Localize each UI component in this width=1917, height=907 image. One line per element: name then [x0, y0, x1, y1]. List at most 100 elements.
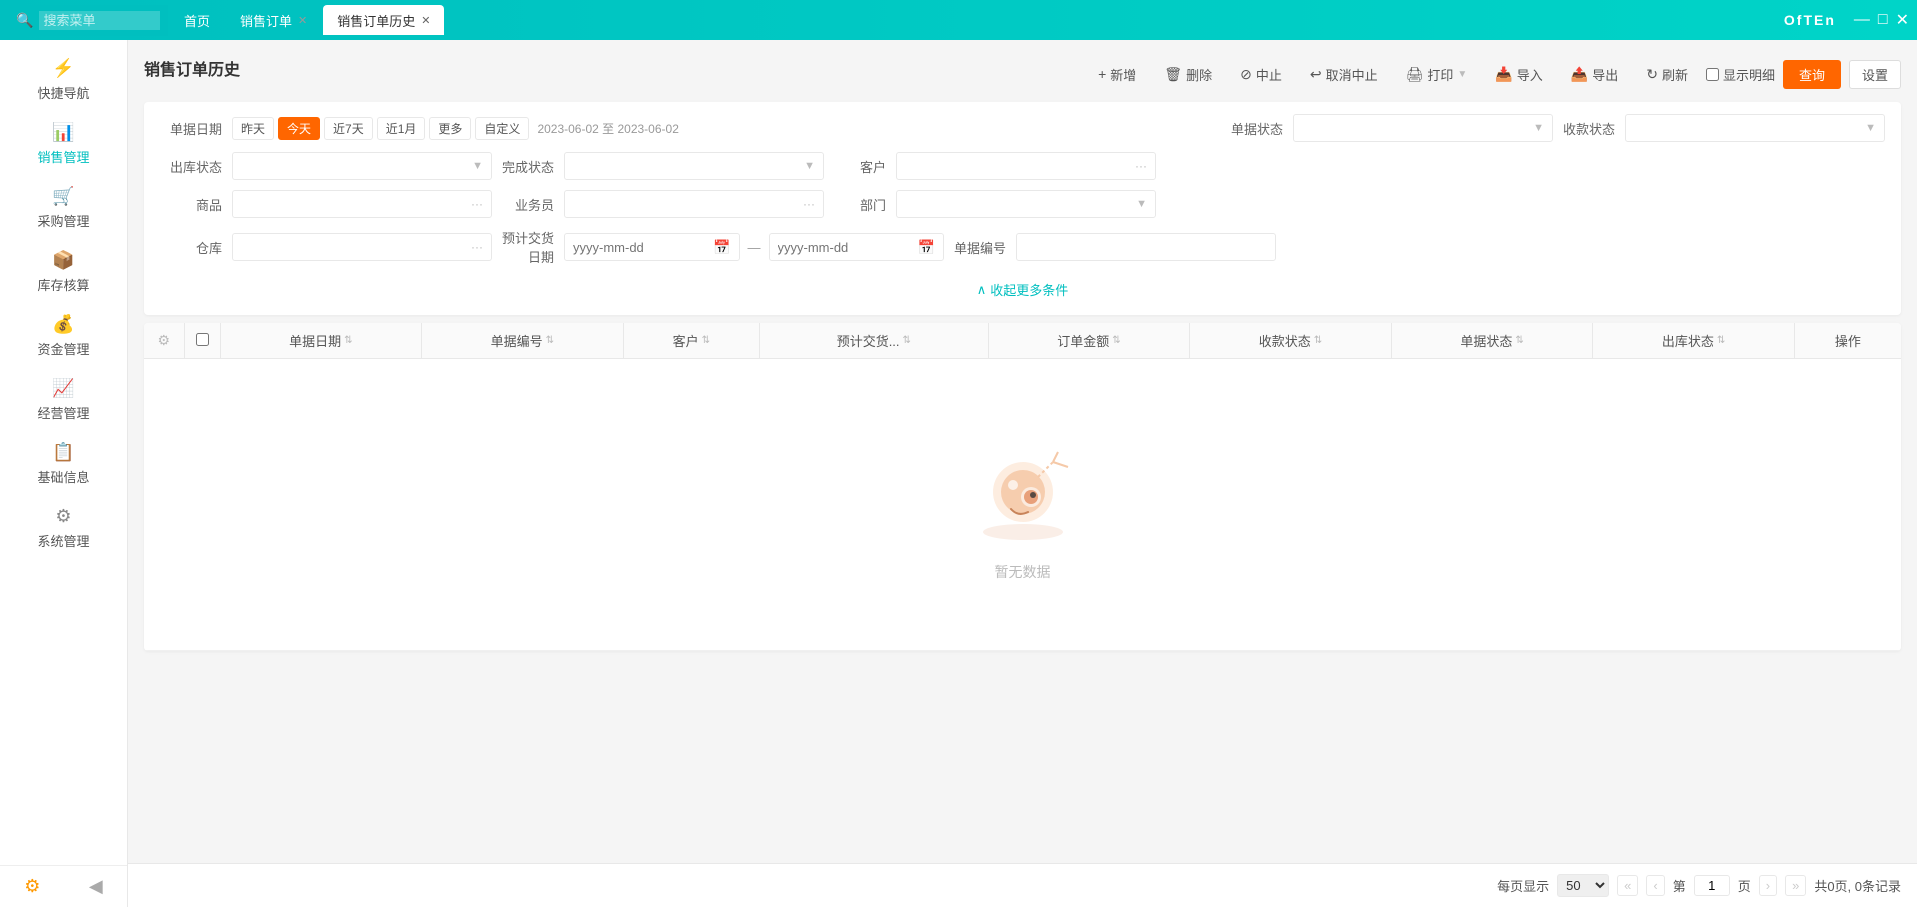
print-label: 打印	[1427, 65, 1453, 84]
tab-sales-order-close[interactable]: ✕	[298, 14, 307, 27]
settings-button[interactable]: 设置	[1849, 60, 1901, 89]
delivery-date-from-input[interactable]	[573, 240, 709, 255]
th-customer[interactable]: 客户 ⇅	[623, 323, 759, 359]
warehouse-status-filter[interactable]: ▼	[232, 152, 492, 180]
table-settings-icon[interactable]: ⚙	[157, 332, 170, 348]
goods-filter[interactable]: ···	[232, 190, 492, 218]
th-receipt-status[interactable]: 收款状态 ⇅	[1190, 323, 1392, 359]
date-btn-today[interactable]: 今天	[278, 117, 320, 140]
delete-button[interactable]: 🗑 删除	[1154, 61, 1222, 88]
th-warehouse-status[interactable]: 出库状态 ⇅	[1593, 323, 1795, 359]
sidebar-item-sales[interactable]: 📊 销售管理	[0, 112, 127, 176]
delivery-date-to-input[interactable]	[778, 240, 914, 255]
sidebar-item-sys-mgmt[interactable]: ⚙ 系统管理	[0, 496, 127, 560]
cancel-stop-button[interactable]: ↩ 取消中止	[1300, 61, 1388, 88]
dept-filter[interactable]: ▼	[896, 190, 1156, 218]
filter-panel: 单据日期 昨天 今天 近7天 近1月 更多 自定义 2023-06-02 至 2…	[144, 102, 1901, 315]
delivery-date-to-filter[interactable]: 📅	[769, 233, 945, 261]
calendar-to-icon[interactable]: 📅	[918, 239, 935, 256]
search-menu-input[interactable]	[39, 11, 160, 30]
delivery-date-from-filter[interactable]: 📅	[564, 233, 740, 261]
stop-button[interactable]: ⊘ 中止	[1230, 61, 1292, 88]
th-receipt-sort[interactable]: 收款状态 ⇅	[1198, 331, 1383, 350]
tab-home[interactable]: 首页	[170, 5, 224, 35]
calendar-from-icon[interactable]: 📅	[713, 239, 730, 256]
print-icon: 🖨	[1406, 66, 1424, 83]
sidebar-item-purchase[interactable]: 🛒 采购管理	[0, 176, 127, 240]
filter-row-2: 出库状态 ▼ 完成状态 ▼ 客户 ···	[160, 152, 1885, 180]
import-button[interactable]: 📥 导入	[1485, 61, 1552, 88]
th-delivery[interactable]: 预计交货... ⇅	[759, 323, 988, 359]
goods-ellipsis[interactable]: ···	[471, 197, 483, 211]
maximize-icon[interactable]: □	[1878, 11, 1888, 29]
close-window-icon[interactable]: ✕	[1896, 10, 1909, 30]
th-customer-sort[interactable]: 客户 ⇅	[632, 331, 751, 350]
collapse-sidebar-icon[interactable]: ◀	[89, 876, 103, 897]
salesperson-filter[interactable]: ···	[564, 190, 824, 218]
collapse-row: ∧ 收起更多条件	[160, 276, 1885, 303]
th-doc-sort[interactable]: 单据状态 ⇅	[1400, 331, 1585, 350]
complete-status-filter[interactable]: ▼	[564, 152, 824, 180]
select-all-checkbox[interactable]	[196, 333, 209, 346]
doc-status-filter[interactable]: ▼	[1293, 114, 1553, 142]
first-page-btn[interactable]: «	[1617, 875, 1638, 896]
order-no-filter[interactable]	[1016, 233, 1276, 261]
settings-bottom-icon[interactable]: ⚙	[24, 876, 40, 897]
sidebar-item-quick-nav[interactable]: ⚡ 快捷导航	[0, 48, 127, 112]
th-delivery-sort[interactable]: 预计交货... ⇅	[768, 331, 980, 350]
export-button[interactable]: 📤 导出	[1561, 61, 1628, 88]
add-button[interactable]: + 新增	[1088, 61, 1146, 88]
th-date-sort[interactable]: 单据日期 ⇅	[229, 331, 414, 350]
date-btn-1month[interactable]: 近1月	[377, 117, 426, 140]
collapse-arrow-icon: ∧	[977, 282, 987, 298]
query-button[interactable]: 查询	[1783, 60, 1841, 89]
sidebar-item-finance[interactable]: 💰 资金管理	[0, 304, 127, 368]
customer-filter[interactable]: ···	[896, 152, 1156, 180]
show-detail-check[interactable]: 显示明细	[1706, 65, 1775, 84]
table-body: 暂无数据	[144, 359, 1901, 651]
page-number-input[interactable]	[1694, 875, 1730, 896]
date-btn-more[interactable]: 更多	[429, 117, 471, 140]
collapse-text: 收起更多条件	[990, 280, 1068, 299]
next-page-btn[interactable]: ›	[1759, 875, 1777, 896]
tab-sales-order[interactable]: 销售订单 ✕	[226, 5, 321, 35]
search-icon: 🔍	[16, 12, 33, 29]
tab-sales-history-close[interactable]: ✕	[421, 14, 430, 27]
date-btn-yesterday[interactable]: 昨天	[232, 117, 274, 140]
refresh-button[interactable]: ↻ 刷新	[1636, 61, 1698, 88]
last-page-btn[interactable]: »	[1785, 875, 1806, 896]
sidebar-item-inventory[interactable]: 📦 库存核算	[0, 240, 127, 304]
top-bar: 🔍 首页 销售订单 ✕ 销售订单历史 ✕ OfTEn — □ ✕	[0, 0, 1917, 40]
date-btn-custom[interactable]: 自定义	[475, 117, 529, 140]
sidebar-item-operations[interactable]: 📈 经营管理	[0, 368, 127, 432]
tab-sales-order-label: 销售订单	[240, 11, 292, 30]
warehouse-status-label: 出库状态	[160, 157, 232, 176]
page-size-select[interactable]: 50 10 20 100	[1557, 874, 1609, 897]
warehouse-filter[interactable]: ···	[232, 233, 492, 261]
receipt-status-filter[interactable]: ▼	[1625, 114, 1885, 142]
print-button[interactable]: 🖨 打印 ▼	[1396, 61, 1478, 88]
order-no-label: 单据编号	[944, 238, 1016, 257]
th-no-sort[interactable]: 单据编号 ⇅	[430, 331, 615, 350]
date-range-dash: —	[748, 240, 761, 255]
collapse-button[interactable]: ∧ 收起更多条件	[977, 276, 1069, 303]
show-detail-checkbox[interactable]	[1706, 68, 1719, 81]
th-amount[interactable]: 订单金额 ⇅	[988, 323, 1190, 359]
th-warehouse-sort[interactable]: 出库状态 ⇅	[1601, 331, 1786, 350]
th-date[interactable]: 单据日期 ⇅	[220, 323, 422, 359]
date-btn-7days[interactable]: 近7天	[324, 117, 373, 140]
th-amount-sort[interactable]: 订单金额 ⇅	[997, 331, 1182, 350]
warehouse-ellipsis[interactable]: ···	[471, 240, 483, 254]
th-doc-status[interactable]: 单据状态 ⇅	[1391, 323, 1593, 359]
cancel-stop-icon: ↩	[1310, 66, 1322, 83]
salesperson-ellipsis[interactable]: ···	[803, 197, 815, 211]
minimize-icon[interactable]: —	[1854, 11, 1870, 29]
customer-ellipsis[interactable]: ···	[1135, 159, 1147, 173]
operations-icon: 📈	[52, 378, 74, 399]
th-no[interactable]: 单据编号 ⇅	[422, 323, 624, 359]
tab-sales-history[interactable]: 销售订单历史 ✕	[323, 5, 444, 35]
stop-label: 中止	[1256, 65, 1282, 84]
page-content: 销售订单历史 + 新增 🗑 删除 ⊘ 中止 ↩	[128, 40, 1917, 863]
sidebar-item-basic-info[interactable]: 📋 基础信息	[0, 432, 127, 496]
prev-page-btn[interactable]: ‹	[1646, 875, 1664, 896]
